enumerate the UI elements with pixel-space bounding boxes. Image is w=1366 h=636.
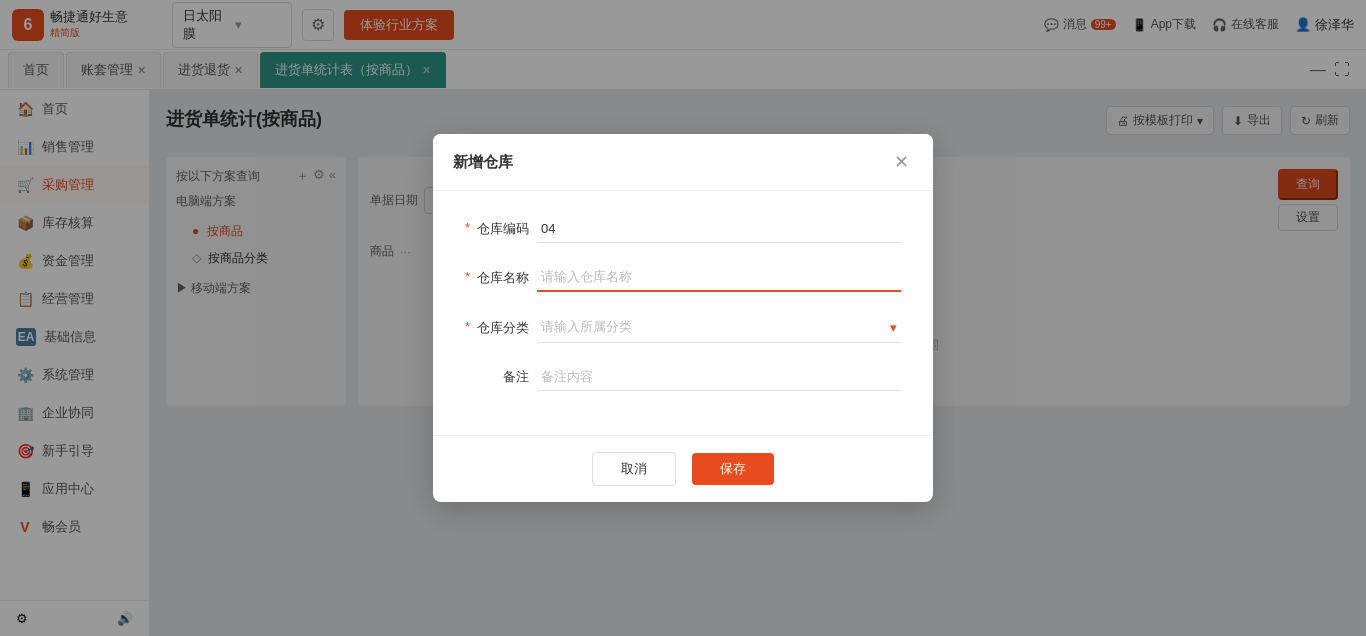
name-label: 仓库名称: [465, 269, 537, 287]
name-field-row: 仓库名称: [465, 263, 901, 292]
code-input[interactable]: [537, 215, 901, 243]
modal-header: 新增仓库 ✕: [433, 134, 933, 191]
note-label: 备注: [465, 368, 537, 386]
modal-body: 仓库编码 仓库名称 仓库分类 请输入所属分类 ▾ 备注: [433, 191, 933, 435]
chevron-down-icon: ▾: [890, 320, 897, 335]
note-field-row: 备注: [465, 363, 901, 391]
close-icon[interactable]: ✕: [889, 150, 913, 174]
code-field-row: 仓库编码: [465, 215, 901, 243]
modal-title: 新增仓库: [453, 153, 513, 172]
code-label: 仓库编码: [465, 220, 537, 238]
name-input[interactable]: [537, 263, 901, 292]
add-warehouse-modal: 新增仓库 ✕ 仓库编码 仓库名称 仓库分类 请输入所属分类 ▾: [433, 134, 933, 502]
modal-overlay: 新增仓库 ✕ 仓库编码 仓库名称 仓库分类 请输入所属分类 ▾: [0, 0, 1366, 636]
cancel-button[interactable]: 取消: [592, 452, 676, 486]
category-field-row: 仓库分类 请输入所属分类 ▾: [465, 312, 901, 343]
category-select[interactable]: 请输入所属分类 ▾: [537, 312, 901, 343]
modal-footer: 取消 保存: [433, 435, 933, 502]
category-label: 仓库分类: [465, 319, 537, 337]
save-button[interactable]: 保存: [692, 453, 774, 485]
note-input[interactable]: [537, 363, 901, 391]
